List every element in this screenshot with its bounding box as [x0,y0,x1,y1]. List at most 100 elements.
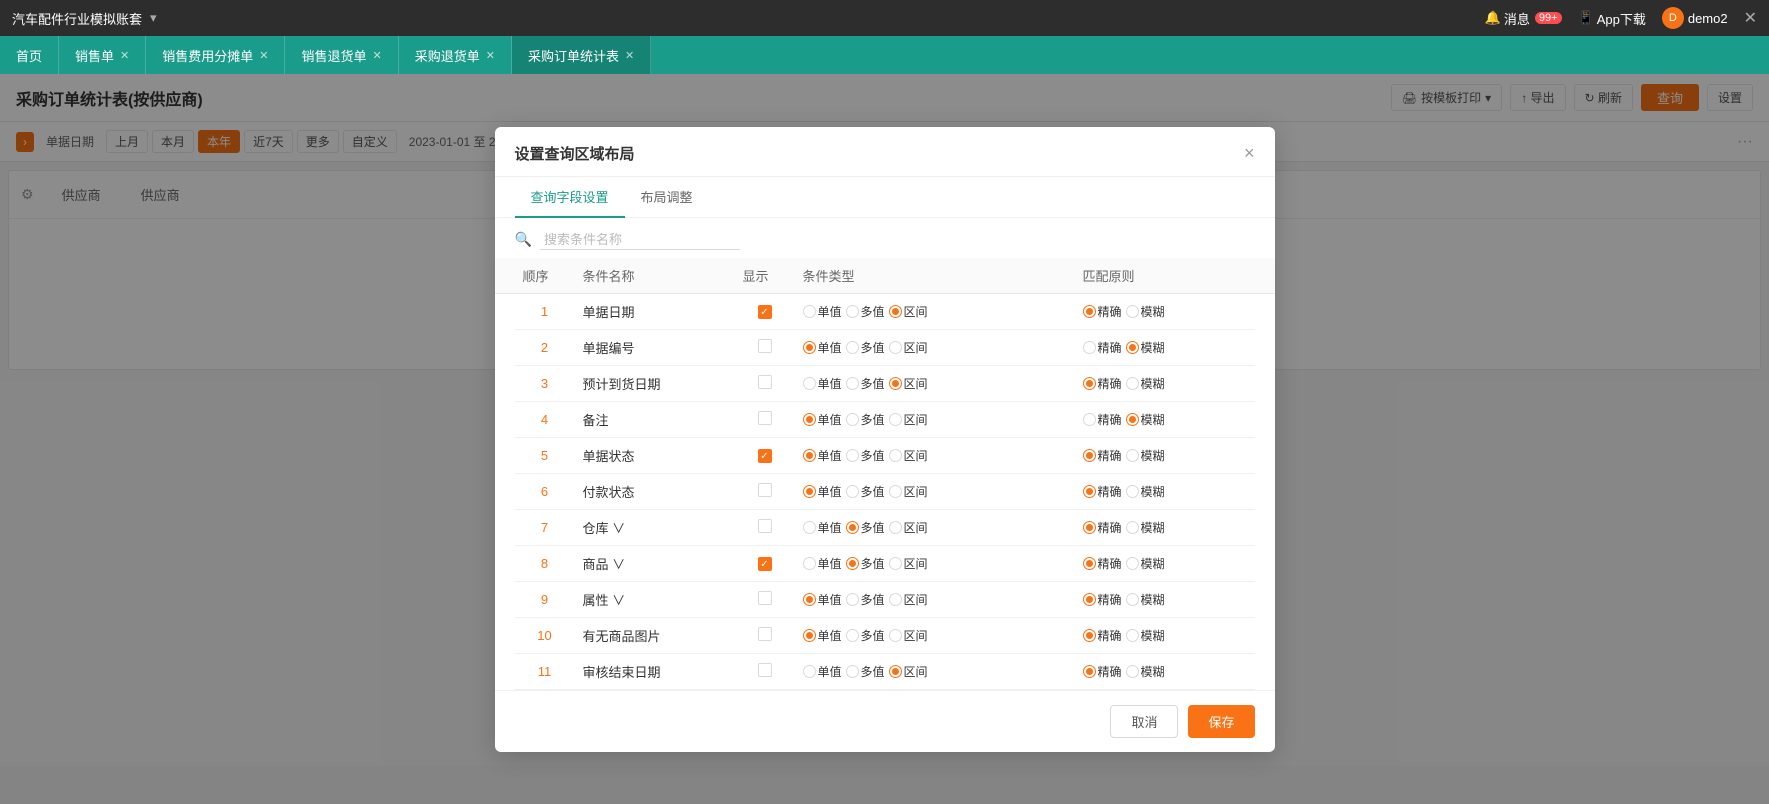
type-radio-多值-10[interactable]: 多值 [846,663,885,680]
row-display-10[interactable] [735,655,795,688]
row-display-4[interactable] [735,439,795,472]
row-display-8[interactable] [735,583,795,616]
match-radio-模糊-0[interactable]: 模糊 [1126,303,1165,320]
match-radio-模糊-5[interactable]: 模糊 [1126,483,1165,500]
checkbox-10[interactable] [758,663,772,677]
modal-tab-layout[interactable]: 布局调整 [625,177,709,218]
app-close-button[interactable]: ✕ [1744,8,1757,28]
checkbox-9[interactable] [758,627,772,641]
save-button[interactable]: 保存 [1188,705,1254,738]
type-radio-多值-5[interactable]: 多值 [846,483,885,500]
cancel-button[interactable]: 取消 [1110,705,1178,738]
type-radio-区间-8[interactable]: 区间 [889,591,928,608]
match-radio-精确-8[interactable]: 精确 [1083,591,1122,608]
match-radio-模糊-6[interactable]: 模糊 [1126,519,1165,536]
match-radio-精确-4[interactable]: 精确 [1083,447,1122,464]
type-radio-区间-2[interactable]: 区间 [889,375,928,392]
match-radio-精确-1[interactable]: 精确 [1083,339,1122,356]
row-display-9[interactable] [735,619,795,652]
match-radio-精确-7[interactable]: 精确 [1083,555,1122,572]
row-display-0[interactable] [735,295,795,328]
match-radio-精确-10[interactable]: 精确 [1083,663,1122,680]
checkbox-0[interactable] [758,305,772,319]
type-radio-单值-7[interactable]: 单值 [803,555,842,572]
match-radio-模糊-9[interactable]: 模糊 [1126,627,1165,644]
match-radio-精确-3[interactable]: 精确 [1083,411,1122,428]
dropdown-icon[interactable]: ▾ [150,10,157,26]
type-radio-多值-2[interactable]: 多值 [846,375,885,392]
type-radio-单值-8[interactable]: 单值 [803,591,842,608]
checkbox-3[interactable] [758,411,772,425]
match-radio-模糊-2[interactable]: 模糊 [1126,375,1165,392]
row-display-1[interactable] [735,331,795,364]
modal-close-button[interactable]: × [1244,144,1255,162]
tab-purchase-return-close[interactable]: ✕ [486,49,495,62]
type-radio-区间-9[interactable]: 区间 [889,627,928,644]
match-radio-模糊-7[interactable]: 模糊 [1126,555,1165,572]
tab-sales-return[interactable]: 销售退货单 ✕ [285,36,398,74]
tab-home[interactable]: 首页 [0,36,59,74]
type-radio-多值-3[interactable]: 多值 [846,411,885,428]
type-radio-单值-6[interactable]: 单值 [803,519,842,536]
row-display-5[interactable] [735,475,795,508]
type-radio-区间-0[interactable]: 区间 [889,303,928,320]
modal-tab-query-fields[interactable]: 查询字段设置 [515,177,625,218]
match-radio-精确-0[interactable]: 精确 [1083,303,1122,320]
checkbox-2[interactable] [758,375,772,389]
checkbox-8[interactable] [758,591,772,605]
match-radio-模糊-8[interactable]: 模糊 [1126,591,1165,608]
tab-sales-fee[interactable]: 销售费用分摊单 ✕ [146,36,285,74]
match-radio-精确-2[interactable]: 精确 [1083,375,1122,392]
type-radio-区间-1[interactable]: 区间 [889,339,928,356]
type-radio-多值-4[interactable]: 多值 [846,447,885,464]
checkbox-1[interactable] [758,339,772,353]
tab-purchase-stats-close[interactable]: ✕ [625,49,634,62]
row-display-7[interactable] [735,547,795,580]
type-radio-区间-3[interactable]: 区间 [889,411,928,428]
type-radio-多值-1[interactable]: 多值 [846,339,885,356]
row-display-6[interactable] [735,511,795,544]
match-radio-模糊-4[interactable]: 模糊 [1126,447,1165,464]
checkbox-7[interactable] [758,557,772,571]
tab-sales-return-close[interactable]: ✕ [373,49,382,62]
type-radio-单值-4[interactable]: 单值 [803,447,842,464]
type-radio-多值-0[interactable]: 多值 [846,303,885,320]
app-download-area[interactable]: 📱 App下载 [1578,9,1646,28]
search-input[interactable] [540,230,740,250]
type-radio-单值-1[interactable]: 单值 [803,339,842,356]
type-radio-单值-5[interactable]: 单值 [803,483,842,500]
row-display-3[interactable] [735,403,795,436]
type-radio-单值-10[interactable]: 单值 [803,663,842,680]
checkbox-4[interactable] [758,449,772,463]
type-radio-多值-6[interactable]: 多值 [846,519,885,536]
notification-area[interactable]: 🔔 消息 99+ [1485,9,1562,28]
type-radio-区间-5[interactable]: 区间 [889,483,928,500]
match-radio-模糊-10[interactable]: 模糊 [1126,663,1165,680]
checkbox-6[interactable] [758,519,772,533]
tab-sales-order[interactable]: 销售单 ✕ [59,36,146,74]
type-radio-多值-9[interactable]: 多值 [846,627,885,644]
match-radio-模糊-3[interactable]: 模糊 [1126,411,1165,428]
type-radio-区间-6[interactable]: 区间 [889,519,928,536]
type-radio-区间-4[interactable]: 区间 [889,447,928,464]
type-radio-区间-7[interactable]: 区间 [889,555,928,572]
tab-sales-fee-close[interactable]: ✕ [259,49,268,62]
checkbox-5[interactable] [758,483,772,497]
type-radio-多值-8[interactable]: 多值 [846,591,885,608]
match-radio-模糊-1[interactable]: 模糊 [1126,339,1165,356]
tab-purchase-return[interactable]: 采购退货单 ✕ [399,36,512,74]
match-radio-精确-9[interactable]: 精确 [1083,627,1122,644]
type-radio-单值-9[interactable]: 单值 [803,627,842,644]
type-radio-多值-7[interactable]: 多值 [846,555,885,572]
radio-circle [1083,629,1096,642]
type-radio-单值-2[interactable]: 单值 [803,375,842,392]
type-radio-单值-3[interactable]: 单值 [803,411,842,428]
user-area[interactable]: D demo2 [1662,7,1728,29]
row-display-2[interactable] [735,367,795,400]
match-radio-精确-5[interactable]: 精确 [1083,483,1122,500]
match-radio-精确-6[interactable]: 精确 [1083,519,1122,536]
type-radio-区间-10[interactable]: 区间 [889,663,928,680]
tab-purchase-stats[interactable]: 采购订单统计表 ✕ [512,36,651,74]
tab-sales-order-close[interactable]: ✕ [120,49,129,62]
type-radio-单值-0[interactable]: 单值 [803,303,842,320]
